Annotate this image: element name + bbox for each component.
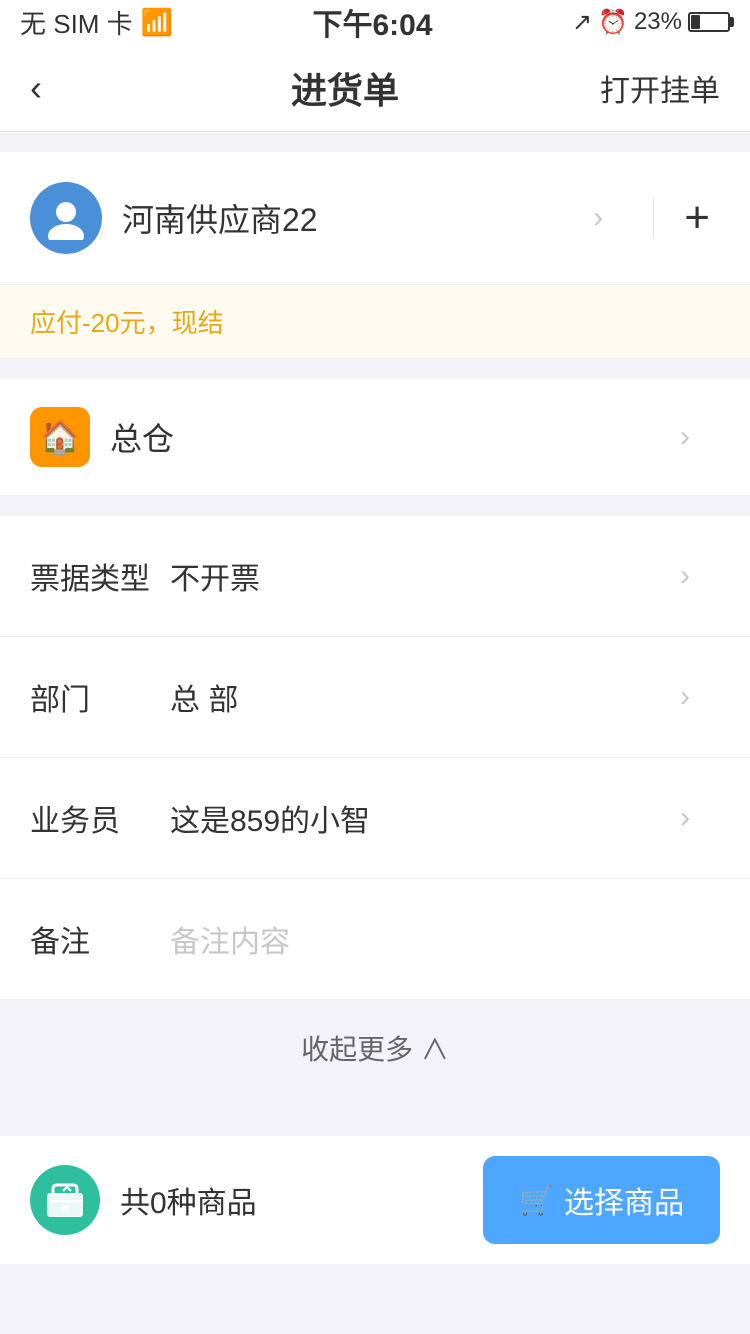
remark-row[interactable]: 备注 备注内容 bbox=[0, 879, 750, 1000]
dept-label: 部门 bbox=[30, 675, 170, 719]
supplier-row[interactable]: 河南供应商22 › + bbox=[0, 152, 750, 285]
dept-value: 总 部 bbox=[170, 675, 680, 719]
warehouse-name: 总仓 bbox=[110, 414, 680, 460]
salesman-label: 业务员 bbox=[30, 796, 170, 840]
section-gap-2 bbox=[0, 359, 750, 379]
battery-text: 23% bbox=[634, 8, 682, 36]
open-pending-button[interactable]: 打开挂单 bbox=[600, 66, 720, 110]
product-bar: 共0种商品 🛒 选择商品 bbox=[0, 1136, 750, 1264]
nav-bar: ‹ 进货单 打开挂单 bbox=[0, 44, 750, 132]
invoice-label: 票据类型 bbox=[30, 554, 170, 598]
page-title: 进货单 bbox=[291, 62, 399, 114]
section-gap-1 bbox=[0, 132, 750, 152]
section-gap-3 bbox=[0, 496, 750, 516]
add-supplier-button[interactable]: + bbox=[674, 193, 720, 243]
invoice-row[interactable]: 票据类型 不开票 › bbox=[0, 516, 750, 637]
notice-banner: 应付-20元，现结 bbox=[0, 285, 750, 359]
status-time: 下午6:04 bbox=[312, 0, 432, 44]
warehouse-section: 🏠 总仓 › bbox=[0, 379, 750, 496]
collapse-button[interactable]: 收起更多 ∧ bbox=[0, 1000, 750, 1096]
divider bbox=[653, 198, 654, 238]
location-icon: ↗ bbox=[572, 8, 592, 37]
supplier-name: 河南供应商22 bbox=[122, 195, 593, 241]
product-count: 共0种商品 bbox=[120, 1178, 483, 1222]
wifi-icon: 📶 bbox=[141, 7, 173, 38]
chevron-right-icon: › bbox=[680, 559, 690, 593]
warehouse-row[interactable]: 🏠 总仓 › bbox=[0, 379, 750, 496]
status-bar: 无 SIM 卡 📶 下午6:04 ↗ ⏰ 23% bbox=[0, 0, 750, 44]
salesman-value: 这是859的小智 bbox=[170, 796, 680, 840]
house-icon: 🏠 bbox=[40, 418, 80, 456]
status-left: 无 SIM 卡 📶 bbox=[20, 4, 173, 41]
invoice-value: 不开票 bbox=[170, 554, 680, 598]
salesman-row[interactable]: 业务员 这是859的小智 › bbox=[0, 758, 750, 879]
dept-row[interactable]: 部门 总 部 › bbox=[0, 637, 750, 758]
chevron-right-icon: › bbox=[680, 680, 690, 714]
alarm-icon: ⏰ bbox=[598, 8, 628, 37]
warehouse-icon: 🏠 bbox=[30, 407, 90, 467]
select-btn-label: 选择商品 bbox=[564, 1178, 684, 1222]
section-gap-4 bbox=[0, 1096, 750, 1116]
carrier-text: 无 SIM 卡 bbox=[20, 4, 133, 41]
form-section: 票据类型 不开票 › 部门 总 部 › 业务员 这是859的小智 › 备注 备注… bbox=[0, 516, 750, 1000]
avatar bbox=[30, 182, 102, 254]
chevron-right-icon: › bbox=[680, 801, 690, 835]
select-product-button[interactable]: 🛒 选择商品 bbox=[483, 1156, 720, 1244]
battery-icon bbox=[688, 12, 730, 32]
remark-label: 备注 bbox=[30, 917, 170, 961]
supplier-section: 河南供应商22 › + 应付-20元，现结 bbox=[0, 152, 750, 359]
chevron-right-icon: › bbox=[680, 420, 690, 454]
remark-input[interactable]: 备注内容 bbox=[170, 917, 720, 961]
back-button[interactable]: ‹ bbox=[30, 67, 90, 109]
chevron-right-icon: › bbox=[593, 201, 603, 235]
cart-plus-icon: 🛒 bbox=[519, 1184, 554, 1217]
product-icon bbox=[30, 1165, 100, 1235]
status-right: ↗ ⏰ 23% bbox=[572, 8, 730, 37]
